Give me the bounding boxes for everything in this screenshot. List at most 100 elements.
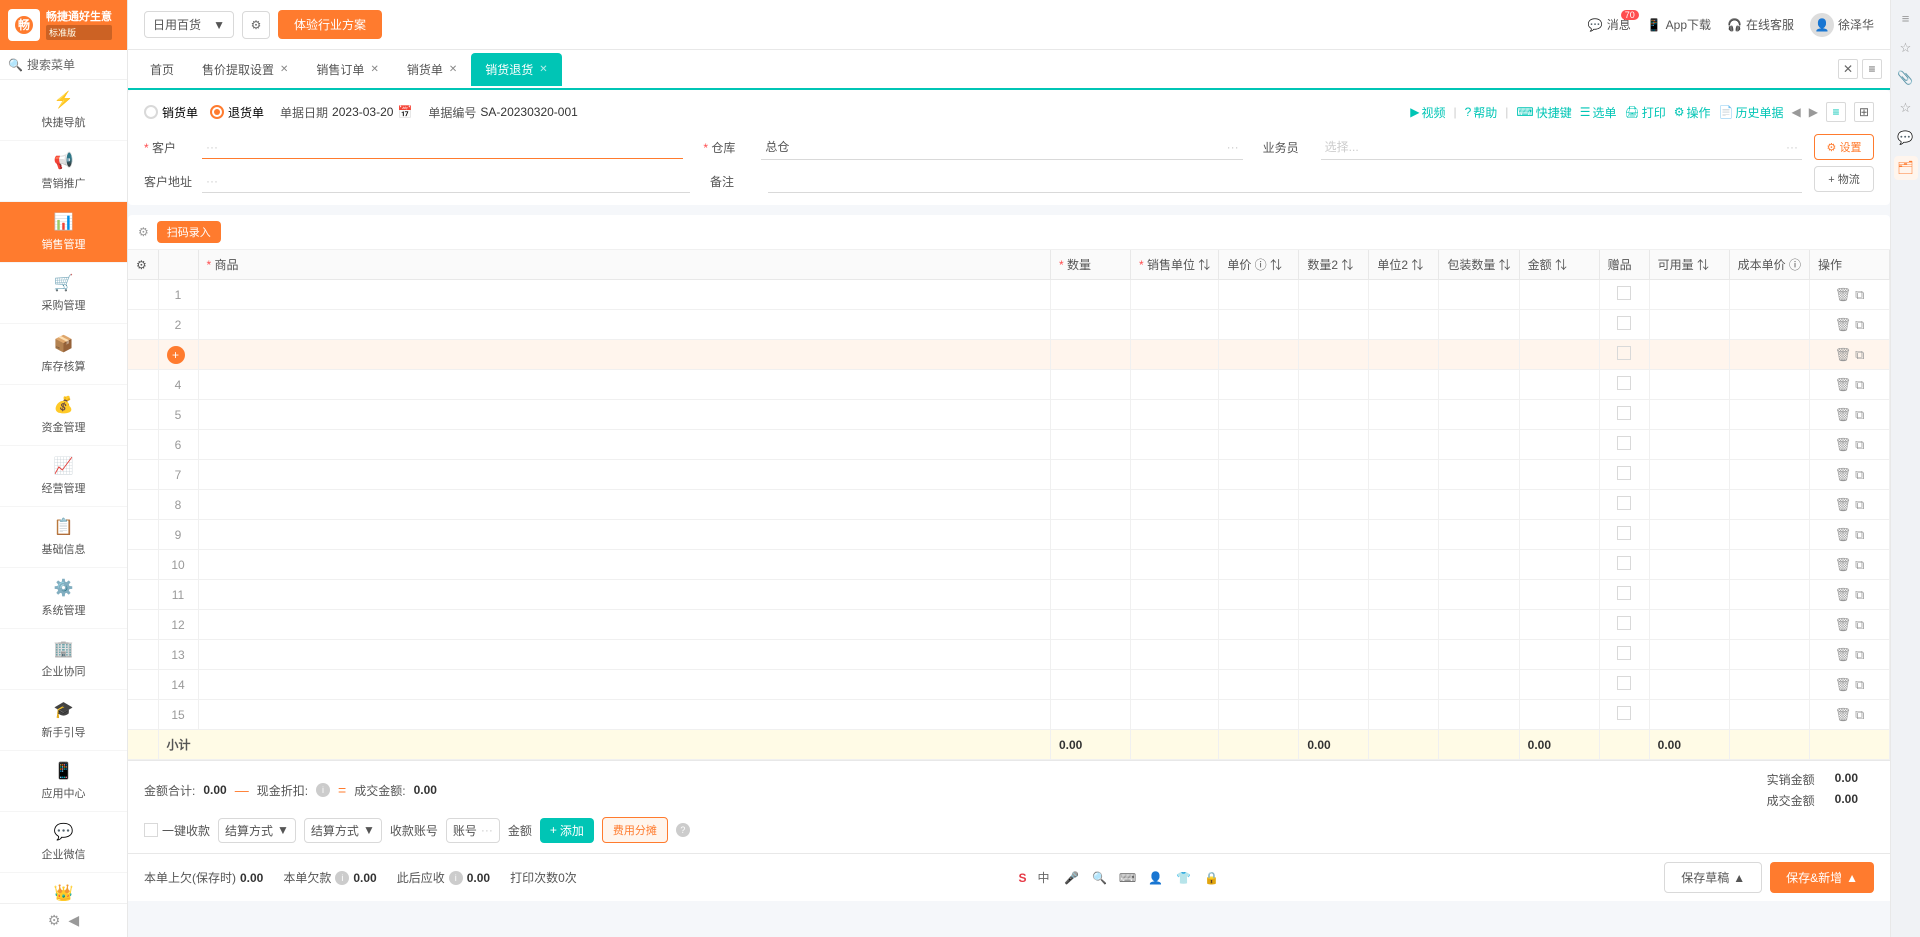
row-copy-icon[interactable]: ⧉ <box>1855 647 1864 663</box>
sidebar-item-basic[interactable]: 📋 基础信息 <box>0 507 127 568</box>
row-price-cell[interactable] <box>1219 310 1299 340</box>
row-qty2-cell[interactable] <box>1299 280 1369 310</box>
tabs-close-btn[interactable]: ✕ <box>1838 59 1858 79</box>
date-value[interactable]: 2023-03-20 <box>332 105 393 119</box>
row-delete-icon[interactable]: 🗑 <box>1835 647 1852 663</box>
topbar-message[interactable]: 💬 消息 70 <box>1588 16 1631 33</box>
row-copy-icon[interactable]: ⧉ <box>1855 527 1864 543</box>
row-unit-cell[interactable] <box>1130 700 1218 730</box>
save-new-btn[interactable]: 保存&新增 ▲ <box>1770 862 1874 893</box>
row-price-cell[interactable] <box>1219 670 1299 700</box>
row-qty2-cell[interactable] <box>1299 610 1369 640</box>
row-unit2-cell[interactable] <box>1369 460 1439 490</box>
row-product-cell[interactable] <box>198 310 1050 340</box>
gift-checkbox[interactable] <box>1617 526 1631 540</box>
row-pack-cell[interactable] <box>1439 610 1519 640</box>
row-copy-icon[interactable]: ⧉ <box>1855 407 1864 423</box>
sidebar-item-shortcut[interactable]: ⚡ 快捷导航 <box>0 80 127 141</box>
row-qty2-cell[interactable] <box>1299 700 1369 730</box>
row-unit2-cell[interactable] <box>1369 400 1439 430</box>
tool-select[interactable]: ☰ 选单 <box>1580 104 1617 121</box>
sidebar-settings-btn[interactable]: ⚙ <box>48 912 61 929</box>
topbar-user[interactable]: 👤 徐泽华 <box>1810 13 1874 37</box>
row-unit2-cell[interactable] <box>1369 670 1439 700</box>
gift-checkbox[interactable] <box>1617 676 1631 690</box>
info-icon[interactable]: i <box>316 783 330 797</box>
row-qty-cell[interactable] <box>1050 370 1130 400</box>
row-cost-cell[interactable] <box>1729 280 1809 310</box>
row-pack-cell[interactable] <box>1439 370 1519 400</box>
row-qty-cell[interactable] <box>1050 580 1130 610</box>
sidebar-item-newguide[interactable]: 🎓 新手引导 <box>0 690 127 751</box>
row-qty2-cell[interactable] <box>1299 520 1369 550</box>
row-price-cell[interactable] <box>1219 520 1299 550</box>
row-copy-icon[interactable]: ⧉ <box>1855 347 1864 363</box>
footer-tool-search[interactable]: 🔍 <box>1089 867 1111 889</box>
row-copy-icon[interactable]: ⧉ <box>1855 377 1864 393</box>
row-product-cell[interactable] <box>198 340 1050 370</box>
gift-checkbox[interactable] <box>1617 406 1631 420</box>
row-amount-cell[interactable] <box>1519 370 1599 400</box>
row-pack-cell[interactable] <box>1439 700 1519 730</box>
row-amount-cell[interactable] <box>1519 580 1599 610</box>
account-select[interactable]: 账号 ··· <box>446 818 500 843</box>
row-avail-cell[interactable] <box>1649 520 1729 550</box>
row-price-cell[interactable] <box>1219 280 1299 310</box>
row-amount-cell[interactable] <box>1519 520 1599 550</box>
row-amount-cell[interactable] <box>1519 670 1599 700</box>
row-avail-cell[interactable] <box>1649 370 1729 400</box>
row-price-cell[interactable] <box>1219 610 1299 640</box>
nav-next-icon[interactable]: ▶ <box>1809 105 1818 119</box>
row-qty2-cell[interactable] <box>1299 430 1369 460</box>
tool-help[interactable]: ? 帮助 <box>1465 104 1498 121</box>
row-copy-icon[interactable]: ⧉ <box>1855 617 1864 633</box>
gift-checkbox[interactable] <box>1617 286 1631 300</box>
footer-tool-mic[interactable]: 🎤 <box>1061 867 1083 889</box>
row-delete-icon[interactable]: 🗑 <box>1835 407 1852 423</box>
row-cost-cell[interactable] <box>1729 430 1809 460</box>
warehouse-input[interactable]: 总仓 ··· <box>761 134 1242 160</box>
row-qty-cell[interactable] <box>1050 700 1130 730</box>
row-delete-icon[interactable]: 🗑 <box>1835 677 1852 693</box>
row-pack-cell[interactable] <box>1439 640 1519 670</box>
row-cost-cell[interactable] <box>1729 340 1809 370</box>
row-avail-cell[interactable] <box>1649 490 1729 520</box>
row-cost-cell[interactable] <box>1729 640 1809 670</box>
row-unit2-cell[interactable] <box>1369 700 1439 730</box>
tab-sales-bill[interactable]: 销货单 ✕ <box>393 53 471 86</box>
row-avail-cell[interactable] <box>1649 340 1729 370</box>
row-avail-cell[interactable] <box>1649 670 1729 700</box>
footer-tool-keyboard[interactable]: ⌨ <box>1117 867 1139 889</box>
tab-home[interactable]: 首页 <box>136 53 188 86</box>
row-qty2-cell[interactable] <box>1299 550 1369 580</box>
sidebar-item-finance[interactable]: 💰 资金管理 <box>0 385 127 446</box>
row-product-cell[interactable] <box>198 400 1050 430</box>
right-sidebar-btn-3[interactable]: 📎 <box>1894 66 1918 90</box>
topbar-online-service[interactable]: 🎧 在线客服 <box>1727 16 1794 33</box>
row-copy-icon[interactable]: ⧉ <box>1855 317 1864 333</box>
row-delete-icon[interactable]: 🗑 <box>1835 707 1852 723</box>
row-price-cell[interactable] <box>1219 700 1299 730</box>
row-delete-icon[interactable]: 🗑 <box>1835 317 1852 333</box>
row-cost-cell[interactable] <box>1729 490 1809 520</box>
row-product-cell[interactable] <box>198 550 1050 580</box>
row-unit-cell[interactable] <box>1130 340 1218 370</box>
add-btn[interactable]: + 添加 <box>540 818 594 843</box>
tab-price-extract-close-icon[interactable]: ✕ <box>280 64 288 75</box>
debt-info-icon[interactable]: i <box>335 871 349 885</box>
tab-sales-order[interactable]: 销售订单 ✕ <box>302 53 392 86</box>
row-delete-icon[interactable]: 🗑 <box>1835 347 1852 363</box>
row-copy-icon[interactable]: ⧉ <box>1855 467 1864 483</box>
row-qty-cell[interactable] <box>1050 640 1130 670</box>
experience-btn[interactable]: 体验行业方案 <box>278 10 382 39</box>
row-pack-cell[interactable] <box>1439 400 1519 430</box>
row-qty-cell[interactable] <box>1050 610 1130 640</box>
row-amount-cell[interactable] <box>1519 460 1599 490</box>
gift-checkbox[interactable] <box>1617 436 1631 450</box>
tabs-menu-btn[interactable]: ≡ <box>1862 59 1882 79</box>
row-qty-cell[interactable] <box>1050 550 1130 580</box>
row-product-cell[interactable] <box>198 430 1050 460</box>
row-copy-icon[interactable]: ⧉ <box>1855 437 1864 453</box>
sidebar-item-inventory[interactable]: 📦 库存核算 <box>0 324 127 385</box>
row-cost-cell[interactable] <box>1729 310 1809 340</box>
